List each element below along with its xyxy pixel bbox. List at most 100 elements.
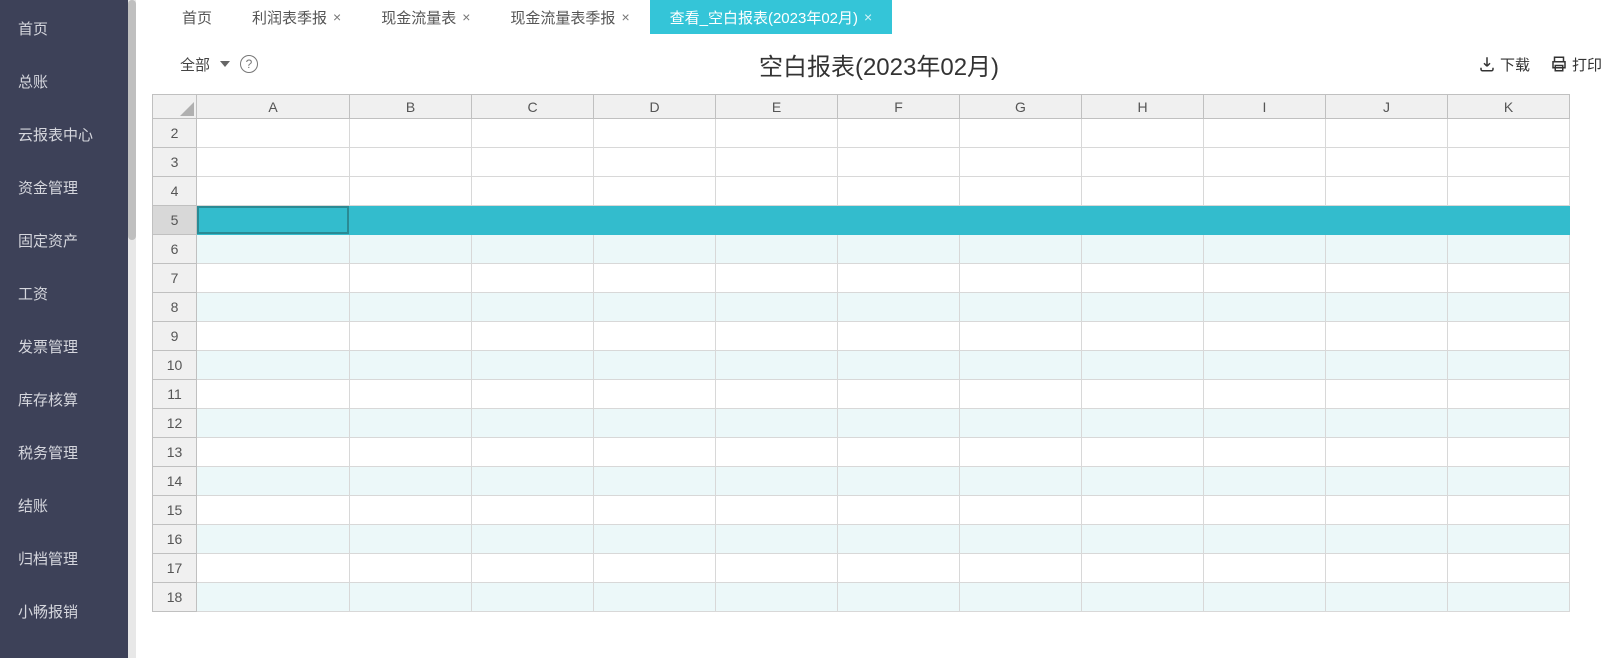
cell-E18[interactable] xyxy=(716,583,838,612)
cell-G11[interactable] xyxy=(960,380,1082,409)
cell-K10[interactable] xyxy=(1448,351,1570,380)
cell-J9[interactable] xyxy=(1326,322,1448,351)
cell-K15[interactable] xyxy=(1448,496,1570,525)
cell-F10[interactable] xyxy=(838,351,960,380)
cell-E5[interactable] xyxy=(716,206,838,235)
sidebar-item-1[interactable]: 总账 xyxy=(0,55,128,108)
cell-A8[interactable] xyxy=(197,293,350,322)
cell-K14[interactable] xyxy=(1448,467,1570,496)
sidebar-item-8[interactable]: 税务管理 xyxy=(0,426,128,479)
col-header-C[interactable]: C xyxy=(472,95,594,119)
sidebar-item-2[interactable]: 云报表中心 xyxy=(0,108,128,161)
row-header-18[interactable]: 18 xyxy=(153,583,197,612)
print-button[interactable]: 打印 xyxy=(1550,54,1602,75)
cell-D17[interactable] xyxy=(594,554,716,583)
cell-C7[interactable] xyxy=(472,264,594,293)
cell-C15[interactable] xyxy=(472,496,594,525)
cell-B12[interactable] xyxy=(350,409,472,438)
cell-J6[interactable] xyxy=(1326,235,1448,264)
tab-0[interactable]: 首页 xyxy=(162,0,232,34)
sidebar-item-6[interactable]: 发票管理 xyxy=(0,320,128,373)
cell-A10[interactable] xyxy=(197,351,350,380)
cell-J7[interactable] xyxy=(1326,264,1448,293)
cell-D11[interactable] xyxy=(594,380,716,409)
filter-dropdown[interactable]: 全部 ? xyxy=(180,54,258,75)
cell-H17[interactable] xyxy=(1082,554,1204,583)
cell-H5[interactable] xyxy=(1082,206,1204,235)
cell-I3[interactable] xyxy=(1204,148,1326,177)
cell-D6[interactable] xyxy=(594,235,716,264)
cell-G16[interactable] xyxy=(960,525,1082,554)
cell-K9[interactable] xyxy=(1448,322,1570,351)
cell-F5[interactable] xyxy=(838,206,960,235)
cell-H12[interactable] xyxy=(1082,409,1204,438)
cell-J5[interactable] xyxy=(1326,206,1448,235)
cell-C2[interactable] xyxy=(472,119,594,148)
cell-D14[interactable] xyxy=(594,467,716,496)
col-header-J[interactable]: J xyxy=(1326,95,1448,119)
cell-B13[interactable] xyxy=(350,438,472,467)
cell-D12[interactable] xyxy=(594,409,716,438)
cell-A9[interactable] xyxy=(197,322,350,351)
cell-F17[interactable] xyxy=(838,554,960,583)
col-header-G[interactable]: G xyxy=(960,95,1082,119)
cell-D7[interactable] xyxy=(594,264,716,293)
cell-H2[interactable] xyxy=(1082,119,1204,148)
cell-K7[interactable] xyxy=(1448,264,1570,293)
cell-C3[interactable] xyxy=(472,148,594,177)
cell-A5[interactable] xyxy=(197,206,350,235)
cell-A6[interactable] xyxy=(197,235,350,264)
cell-E9[interactable] xyxy=(716,322,838,351)
cell-D10[interactable] xyxy=(594,351,716,380)
cell-E16[interactable] xyxy=(716,525,838,554)
col-header-A[interactable]: A xyxy=(197,95,350,119)
help-icon[interactable]: ? xyxy=(240,55,258,73)
cell-K6[interactable] xyxy=(1448,235,1570,264)
cell-H16[interactable] xyxy=(1082,525,1204,554)
cell-H11[interactable] xyxy=(1082,380,1204,409)
cell-E6[interactable] xyxy=(716,235,838,264)
row-header-17[interactable]: 17 xyxy=(153,554,197,583)
cell-B2[interactable] xyxy=(350,119,472,148)
row-header-8[interactable]: 8 xyxy=(153,293,197,322)
cell-J12[interactable] xyxy=(1326,409,1448,438)
cell-K18[interactable] xyxy=(1448,583,1570,612)
cell-G18[interactable] xyxy=(960,583,1082,612)
cell-E17[interactable] xyxy=(716,554,838,583)
cell-G7[interactable] xyxy=(960,264,1082,293)
cell-A7[interactable] xyxy=(197,264,350,293)
cell-B5[interactable] xyxy=(350,206,472,235)
cell-G5[interactable] xyxy=(960,206,1082,235)
cell-G3[interactable] xyxy=(960,148,1082,177)
cell-E3[interactable] xyxy=(716,148,838,177)
cell-I15[interactable] xyxy=(1204,496,1326,525)
cell-A2[interactable] xyxy=(197,119,350,148)
cell-I13[interactable] xyxy=(1204,438,1326,467)
cell-D15[interactable] xyxy=(594,496,716,525)
close-icon[interactable]: × xyxy=(864,9,872,25)
cell-E14[interactable] xyxy=(716,467,838,496)
cell-J10[interactable] xyxy=(1326,351,1448,380)
cell-I18[interactable] xyxy=(1204,583,1326,612)
cell-F8[interactable] xyxy=(838,293,960,322)
cell-C13[interactable] xyxy=(472,438,594,467)
cell-H18[interactable] xyxy=(1082,583,1204,612)
cell-K4[interactable] xyxy=(1448,177,1570,206)
cell-H15[interactable] xyxy=(1082,496,1204,525)
cell-B16[interactable] xyxy=(350,525,472,554)
cell-B8[interactable] xyxy=(350,293,472,322)
cell-H7[interactable] xyxy=(1082,264,1204,293)
sidebar-item-0[interactable]: 首页 xyxy=(0,2,128,55)
cell-J11[interactable] xyxy=(1326,380,1448,409)
cell-B6[interactable] xyxy=(350,235,472,264)
cell-F6[interactable] xyxy=(838,235,960,264)
close-icon[interactable]: × xyxy=(333,9,341,25)
cell-I10[interactable] xyxy=(1204,351,1326,380)
cell-I16[interactable] xyxy=(1204,525,1326,554)
cell-D8[interactable] xyxy=(594,293,716,322)
cell-I14[interactable] xyxy=(1204,467,1326,496)
cell-H8[interactable] xyxy=(1082,293,1204,322)
cell-G2[interactable] xyxy=(960,119,1082,148)
col-header-E[interactable]: E xyxy=(716,95,838,119)
cell-A18[interactable] xyxy=(197,583,350,612)
